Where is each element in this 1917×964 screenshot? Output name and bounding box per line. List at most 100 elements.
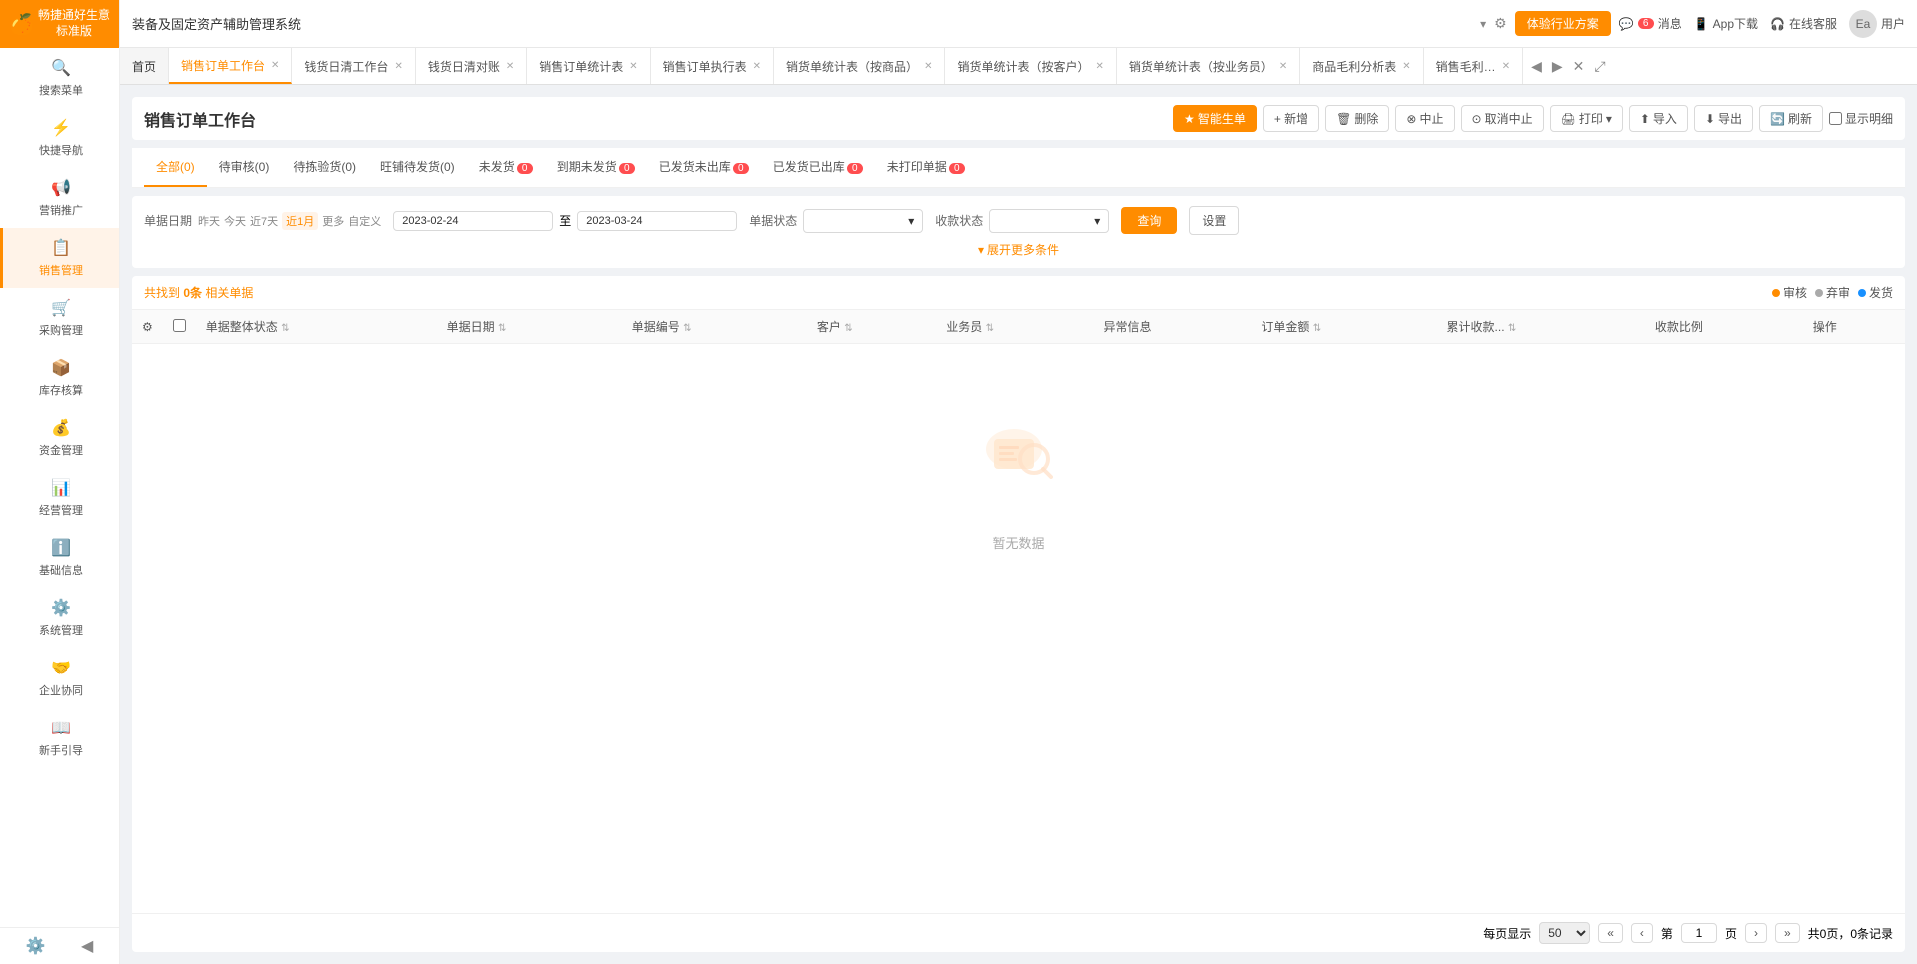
date-7days[interactable]: 近7天	[250, 213, 278, 229]
date-today[interactable]: 今天	[224, 213, 246, 229]
date-yesterday[interactable]: 昨天	[198, 213, 220, 229]
date-1month[interactable]: 近1月	[282, 212, 318, 230]
column-settings-icon[interactable]: ⚙	[142, 320, 153, 334]
sort-status-icon[interactable]: ⇅	[281, 323, 289, 334]
date-from-input[interactable]	[393, 211, 553, 231]
stop-btn[interactable]: ⊗ 中止	[1395, 105, 1454, 132]
tab-close-sales-profit[interactable]: ✕	[1502, 61, 1510, 72]
deliver-action-btn[interactable]: 发货	[1858, 284, 1893, 301]
sub-tab-unprinted[interactable]: 未打印单据0	[875, 148, 977, 187]
filter-setting-btn[interactable]: 设置	[1189, 206, 1239, 235]
tab-customer-stats[interactable]: 销货单统计表（按客户） ✕	[945, 48, 1116, 84]
tab-sales-stats[interactable]: 销售订单统计表 ✕	[527, 48, 650, 84]
audit-action-btn[interactable]: 审核	[1772, 284, 1807, 301]
tab-sales-order[interactable]: 销售订单工作台 ✕	[169, 48, 292, 84]
sort-salesperson-icon[interactable]: ⇅	[986, 323, 994, 334]
tab-close-salesperson-stats[interactable]: ✕	[1279, 61, 1287, 72]
industry-btn[interactable]: 体验行业方案	[1515, 11, 1611, 36]
tab-reconcile[interactable]: 钱货日清对账 ✕	[416, 48, 527, 84]
tab-home[interactable]: 首页	[120, 48, 169, 84]
settings-bottom-icon[interactable]: ⚙️	[26, 936, 46, 956]
sub-tab-wangpu-deliver[interactable]: 旺铺待发货(0)	[368, 148, 467, 187]
show-detail-label[interactable]: 显示明细	[1829, 110, 1893, 127]
tab-close-profit[interactable]: ✕	[1402, 61, 1410, 72]
import-btn[interactable]: ⬆ 导入	[1629, 105, 1688, 132]
delete-btn[interactable]: 🗑 删除	[1325, 105, 1389, 132]
message-btn[interactable]: 💬 6 消息	[1619, 15, 1682, 32]
tab-profit-analysis[interactable]: 商品毛利分析表 ✕	[1300, 48, 1423, 84]
smart-create-btn[interactable]: ★ 智能生单	[1173, 105, 1257, 132]
sub-tab-pending-inspect[interactable]: 待拣验货(0)	[281, 148, 368, 187]
system-settings-icon[interactable]: ⚙	[1494, 15, 1507, 32]
tab-close-customer-stats[interactable]: ✕	[1095, 61, 1103, 72]
date-to-input[interactable]	[577, 211, 737, 231]
online-service-btn[interactable]: 🎧 在线客服	[1770, 15, 1837, 32]
last-page-btn[interactable]: »	[1775, 923, 1800, 943]
page-size-select[interactable]: 50 20 100	[1539, 922, 1590, 944]
sidebar-item-system[interactable]: ⚙️ 系统管理	[0, 588, 119, 648]
tab-close-sales-stats[interactable]: ✕	[629, 61, 637, 72]
export-btn[interactable]: ⬇ 导出	[1694, 105, 1753, 132]
first-page-btn[interactable]: «	[1598, 923, 1623, 943]
tab-close-sales-order[interactable]: ✕	[271, 60, 279, 71]
total-count: 共0页，0条记录	[1808, 925, 1893, 942]
sub-tab-pending-audit[interactable]: 待审核(0)	[207, 148, 282, 187]
new-btn[interactable]: + 新增	[1263, 105, 1319, 132]
sidebar-item-basic-info[interactable]: ℹ️ 基础信息	[0, 528, 119, 588]
tab-close-goods-stats[interactable]: ✕	[924, 61, 932, 72]
sort-amount-icon[interactable]: ⇅	[1313, 323, 1321, 334]
sidebar-item-marketing[interactable]: 📢 营销推广	[0, 168, 119, 228]
system-title-chevron[interactable]: ▾	[1480, 17, 1486, 31]
sort-customer-icon[interactable]: ⇅	[844, 323, 852, 334]
sidebar-item-operations[interactable]: 📊 经营管理	[0, 468, 119, 528]
sub-tab-delivered-not-out[interactable]: 已发货未出库0	[647, 148, 761, 187]
tab-close-all-btn[interactable]: ✕	[1569, 56, 1589, 77]
tab-maximize-btn[interactable]: ⤢	[1590, 56, 1609, 77]
query-btn[interactable]: 查询	[1121, 207, 1177, 234]
status-select[interactable]: ▾	[803, 209, 923, 233]
tab-sales-exec[interactable]: 销售订单执行表 ✕	[651, 48, 774, 84]
payment-select[interactable]: ▾	[989, 209, 1109, 233]
sub-tab-delivered-out[interactable]: 已发货已出库0	[761, 148, 875, 187]
next-page-btn[interactable]: ›	[1745, 923, 1767, 943]
tab-salesperson-stats[interactable]: 销货单统计表（按业务员） ✕	[1117, 48, 1300, 84]
sidebar-item-cooperation[interactable]: 🤝 企业协同	[0, 648, 119, 708]
tab-daily-clear[interactable]: 钱货日清工作台 ✕	[292, 48, 415, 84]
prev-page-btn[interactable]: ‹	[1631, 923, 1653, 943]
app-download-btn[interactable]: 📱 App下载	[1694, 15, 1758, 32]
sidebar-item-guide[interactable]: 📖 新手引导	[0, 708, 119, 768]
sub-tab-overdue-undelivered[interactable]: 到期未发货0	[545, 148, 647, 187]
select-all-checkbox[interactable]	[173, 319, 186, 332]
tab-close-sales-exec[interactable]: ✕	[753, 61, 761, 72]
print-chevron-icon: ▾	[1606, 112, 1612, 126]
sort-number-icon[interactable]: ⇅	[683, 323, 691, 334]
tab-goods-stats[interactable]: 销货单统计表（按商品） ✕	[774, 48, 945, 84]
page-input[interactable]	[1681, 923, 1717, 943]
print-btn[interactable]: 🖨 打印 ▾	[1550, 105, 1623, 132]
show-detail-checkbox[interactable]	[1829, 112, 1842, 125]
tab-next-btn[interactable]: ▶	[1548, 56, 1567, 77]
tab-close-daily-clear[interactable]: ✕	[394, 61, 402, 72]
sidebar-item-finance[interactable]: 💰 资金管理	[0, 408, 119, 468]
home-tab-label: 首页	[132, 58, 156, 75]
sidebar-item-inventory[interactable]: 📦 库存核算	[0, 348, 119, 408]
date-more[interactable]: 更多	[322, 213, 344, 229]
sort-cumulative-icon[interactable]: ⇅	[1508, 323, 1516, 334]
cancel-stop-btn[interactable]: ⊙ 取消中止	[1461, 105, 1544, 132]
sub-tab-undelivered[interactable]: 未发货0	[467, 148, 545, 187]
sub-tab-all[interactable]: 全部(0)	[144, 148, 207, 187]
sidebar-item-quick-nav[interactable]: ⚡ 快捷导航	[0, 108, 119, 168]
sidebar-item-search[interactable]: 🔍 搜索菜单	[0, 48, 119, 108]
collapse-icon[interactable]: ◀	[81, 936, 93, 956]
sort-date-icon[interactable]: ⇅	[498, 323, 506, 334]
tab-prev-btn[interactable]: ◀	[1527, 56, 1546, 77]
sidebar-item-purchase[interactable]: 🛒 采购管理	[0, 288, 119, 348]
tab-close-reconcile[interactable]: ✕	[506, 61, 514, 72]
expand-filter-btn[interactable]: ▾ 展开更多条件	[978, 241, 1059, 258]
tab-sales-profit[interactable]: 销售毛利… ✕	[1424, 48, 1523, 84]
sidebar-item-sales[interactable]: 📋 销售管理	[0, 228, 119, 288]
cancel-audit-action-btn[interactable]: 弃审	[1815, 284, 1850, 301]
date-custom[interactable]: 自定义	[348, 213, 381, 229]
user-btn[interactable]: Ea 用户	[1849, 10, 1905, 38]
refresh-btn[interactable]: 🔄 刷新	[1759, 105, 1823, 132]
